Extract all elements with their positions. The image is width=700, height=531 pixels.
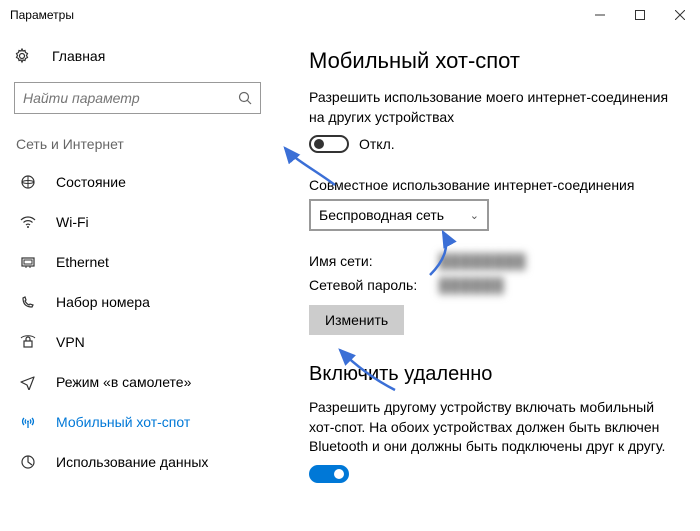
search-input[interactable] <box>14 82 261 114</box>
wifi-icon <box>18 214 38 230</box>
network-name-value: ████████ <box>439 253 526 269</box>
sidebar-item-label: Состояние <box>56 174 126 190</box>
home-label: Главная <box>52 48 105 64</box>
ethernet-icon <box>18 254 38 270</box>
sidebar-item-status[interactable]: Состояние <box>14 162 261 202</box>
sidebar-item-airplane[interactable]: Режим «в самолете» <box>14 362 261 402</box>
sidebar-item-dialup[interactable]: Набор номера <box>14 282 261 322</box>
connection-value: Беспроводная сеть <box>319 207 444 223</box>
close-button[interactable] <box>660 0 700 30</box>
maximize-button[interactable] <box>620 0 660 30</box>
remote-toggle[interactable] <box>309 465 349 483</box>
connection-dropdown[interactable]: Беспроводная сеть ⌄ <box>309 199 489 231</box>
sharing-description: Разрешить использование моего интернет-с… <box>309 88 678 127</box>
hotspot-icon <box>18 414 38 430</box>
sidebar-item-label: Ethernet <box>56 254 109 270</box>
sidebar-item-hotspot[interactable]: Мобильный хот-спот <box>14 402 261 442</box>
vpn-icon <box>18 334 38 350</box>
sidebar-item-datausage[interactable]: Использование данных <box>14 442 261 482</box>
window-controls <box>580 0 700 30</box>
edit-button[interactable]: Изменить <box>309 305 404 335</box>
data-usage-icon <box>18 454 38 470</box>
sidebar-nav: Состояние Wi-Fi Ethernet Набор номера VP… <box>14 162 261 482</box>
sidebar-item-wifi[interactable]: Wi-Fi <box>14 202 261 242</box>
network-password-value: ██████ <box>439 277 505 293</box>
connection-label: Совместное использование интернет-соедин… <box>309 177 678 193</box>
network-name-label: Имя сети: <box>309 253 439 269</box>
sidebar-item-ethernet[interactable]: Ethernet <box>14 242 261 282</box>
sidebar-item-label: Режим «в самолете» <box>56 374 191 390</box>
sidebar-item-vpn[interactable]: VPN <box>14 322 261 362</box>
sidebar-section-title: Сеть и Интернет <box>14 136 261 152</box>
airplane-icon <box>18 374 38 390</box>
sidebar: Главная Сеть и Интернет Состояние Wi-Fi … <box>0 30 275 531</box>
status-icon <box>18 174 38 190</box>
sharing-toggle-label: Откл. <box>359 136 395 152</box>
gear-icon <box>14 48 34 64</box>
remote-description: Разрешить другому устройству включать мо… <box>309 398 678 457</box>
sidebar-item-label: Wi-Fi <box>56 214 89 230</box>
sidebar-item-label: Набор номера <box>56 294 150 310</box>
sharing-toggle[interactable] <box>309 135 349 153</box>
window-title: Параметры <box>10 8 74 22</box>
content-pane: Мобильный хот-спот Разрешить использован… <box>275 30 700 531</box>
chevron-down-icon: ⌄ <box>470 209 479 222</box>
minimize-button[interactable] <box>580 0 620 30</box>
dialup-icon <box>18 294 38 310</box>
sidebar-item-label: Использование данных <box>56 454 208 470</box>
page-title: Мобильный хот-спот <box>309 48 678 74</box>
remote-title: Включить удаленно <box>309 363 678 386</box>
sidebar-item-label: VPN <box>56 334 85 350</box>
search-icon <box>238 91 252 105</box>
sidebar-item-label: Мобильный хот-спот <box>56 414 190 430</box>
title-bar: Параметры <box>0 0 700 30</box>
network-password-label: Сетевой пароль: <box>309 277 439 293</box>
home-nav[interactable]: Главная <box>14 44 261 68</box>
search-field[interactable] <box>23 90 238 106</box>
